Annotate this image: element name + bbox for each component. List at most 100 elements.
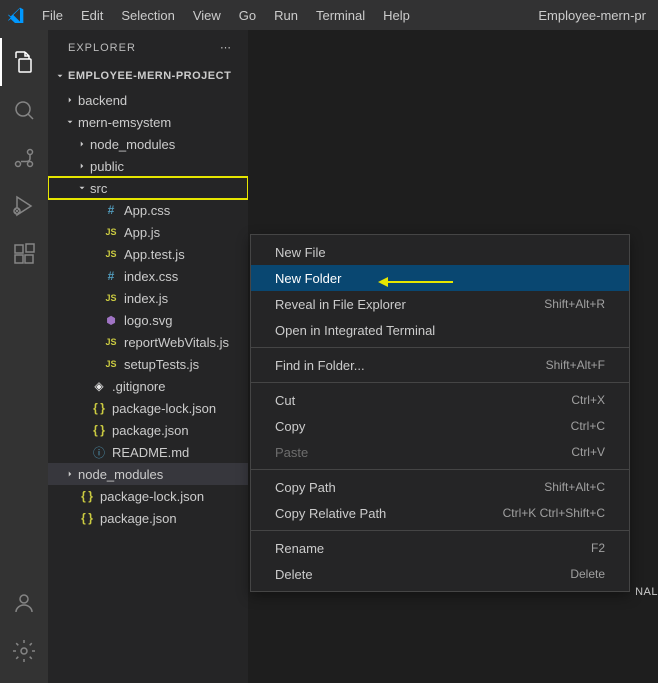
tree-item-label: index.css bbox=[124, 269, 178, 284]
context-menu-shortcut: Ctrl+V bbox=[571, 445, 605, 459]
context-menu-cut[interactable]: CutCtrl+X bbox=[251, 387, 629, 413]
settings-activity-icon[interactable] bbox=[0, 627, 48, 675]
context-menu-label: Reveal in File Explorer bbox=[275, 297, 406, 312]
tree-item-index-js[interactable]: JS index.js bbox=[48, 287, 248, 309]
tree-item-label: package.json bbox=[100, 511, 177, 526]
context-menu-label: Delete bbox=[275, 567, 313, 582]
chevron-icon bbox=[62, 95, 78, 105]
tree-item-reportwebvitals-js[interactable]: JSreportWebVitals.js bbox=[48, 331, 248, 353]
file-icon: { } bbox=[90, 401, 108, 415]
menu-terminal[interactable]: Terminal bbox=[308, 4, 373, 27]
file-icon: { } bbox=[78, 511, 96, 525]
tree-item-label: App.js bbox=[124, 225, 160, 240]
context-menu-copy-relative-path[interactable]: Copy Relative PathCtrl+K Ctrl+Shift+C bbox=[251, 500, 629, 526]
context-menu: New File New Folder Reveal in File Explore… bbox=[250, 234, 630, 592]
titlebar: FileEditSelectionViewGoRunTerminalHelp E… bbox=[0, 0, 658, 30]
context-menu-rename[interactable]: RenameF2 bbox=[251, 535, 629, 561]
context-menu-paste: PasteCtrl+V bbox=[251, 439, 629, 465]
activity-bar bbox=[0, 30, 48, 683]
file-icon: JS bbox=[102, 359, 120, 369]
source-control-activity-icon[interactable] bbox=[0, 134, 48, 182]
menu-bar: FileEditSelectionViewGoRunTerminalHelp bbox=[34, 4, 418, 27]
context-menu-shortcut: Shift+Alt+R bbox=[544, 297, 605, 311]
project-name: EMPLOYEE-MERN-PROJECT bbox=[68, 70, 231, 82]
context-menu-separator bbox=[251, 347, 629, 348]
file-icon: ⓘ bbox=[90, 444, 108, 461]
tree-item-label: node_modules bbox=[90, 137, 175, 152]
tree-item-label: README.md bbox=[112, 445, 189, 460]
tree-item-package-json[interactable]: { } package.json bbox=[48, 419, 248, 441]
tree-item-index-css[interactable]: #index.css bbox=[48, 265, 248, 287]
context-menu-new-folder[interactable]: New Folder bbox=[251, 265, 629, 291]
menu-view[interactable]: View bbox=[185, 4, 229, 27]
file-icon: JS bbox=[102, 293, 120, 303]
tree-item-label: package-lock.json bbox=[100, 489, 204, 504]
context-menu-open-in-integrated-terminal[interactable]: Open in Integrated Terminal bbox=[251, 317, 629, 343]
menu-help[interactable]: Help bbox=[375, 4, 418, 27]
menu-go[interactable]: Go bbox=[231, 4, 264, 27]
tree-item-src[interactable]: src bbox=[48, 177, 248, 199]
tree-item-package-lock-json[interactable]: { } package-lock.json bbox=[48, 397, 248, 419]
context-menu-reveal-in-file-explorer[interactable]: Reveal in File Explorer Shift+Alt+R bbox=[251, 291, 629, 317]
tree-item-app-test-js[interactable]: JSApp.test.js bbox=[48, 243, 248, 265]
sidebar-more-icon[interactable]: ⋯ bbox=[220, 41, 232, 54]
tree-item-setuptests-js[interactable]: JS setupTests.js bbox=[48, 353, 248, 375]
file-icon: ⬢ bbox=[102, 314, 120, 327]
project-header[interactable]: EMPLOYEE-MERN-PROJECT bbox=[48, 65, 248, 87]
tree-item-readme-md[interactable]: ⓘ README.md bbox=[48, 441, 248, 463]
tree-item-package-lock-json[interactable]: { }package-lock.json bbox=[48, 485, 248, 507]
file-tree: backendmern-emsystemnode_modulespublicsr… bbox=[48, 87, 248, 529]
tree-item-app-css[interactable]: # App.css bbox=[48, 199, 248, 221]
tree-item-label: package.json bbox=[112, 423, 189, 438]
context-menu-label: Copy Path bbox=[275, 480, 336, 495]
tree-item-label: package-lock.json bbox=[112, 401, 216, 416]
chevron-icon bbox=[62, 469, 78, 479]
file-icon: JS bbox=[102, 227, 120, 237]
context-menu-separator bbox=[251, 530, 629, 531]
context-menu-label: New File bbox=[275, 245, 326, 260]
file-icon: JS bbox=[102, 249, 120, 259]
context-menu-copy-path[interactable]: Copy Path Shift+Alt+C bbox=[251, 474, 629, 500]
tree-item-label: mern-emsystem bbox=[78, 115, 171, 130]
tree-item-app-js[interactable]: JS App.js bbox=[48, 221, 248, 243]
context-menu-copy[interactable]: CopyCtrl+C bbox=[251, 413, 629, 439]
terminal-tab-fragment: NAL bbox=[635, 586, 658, 598]
context-menu-delete[interactable]: DeleteDelete bbox=[251, 561, 629, 587]
window-title: Employee-mern-pr bbox=[538, 8, 650, 23]
accounts-activity-icon[interactable] bbox=[0, 579, 48, 627]
tree-item-label: backend bbox=[78, 93, 127, 108]
tree-item-backend[interactable]: backend bbox=[48, 89, 248, 111]
context-menu-label: New Folder bbox=[275, 271, 341, 286]
tree-item-label: public bbox=[90, 159, 124, 174]
context-menu-label: Cut bbox=[275, 393, 295, 408]
tree-item--gitignore[interactable]: ◈.gitignore bbox=[48, 375, 248, 397]
tree-item-node-modules[interactable]: node_modules bbox=[48, 463, 248, 485]
menu-edit[interactable]: Edit bbox=[73, 4, 111, 27]
menu-selection[interactable]: Selection bbox=[113, 4, 182, 27]
context-menu-label: Find in Folder... bbox=[275, 358, 365, 373]
tree-item-label: index.js bbox=[124, 291, 168, 306]
tree-item-label: .gitignore bbox=[112, 379, 165, 394]
menu-file[interactable]: File bbox=[34, 4, 71, 27]
menu-run[interactable]: Run bbox=[266, 4, 306, 27]
file-icon: { } bbox=[90, 423, 108, 437]
tree-item-public[interactable]: public bbox=[48, 155, 248, 177]
context-menu-label: Copy bbox=[275, 419, 305, 434]
extensions-activity-icon[interactable] bbox=[0, 230, 48, 278]
tree-item-logo-svg[interactable]: ⬢ logo.svg bbox=[48, 309, 248, 331]
tree-item-label: logo.svg bbox=[124, 313, 172, 328]
file-icon: # bbox=[102, 203, 120, 217]
tree-item-label: App.css bbox=[124, 203, 170, 218]
tree-item-label: setupTests.js bbox=[124, 357, 199, 372]
context-menu-shortcut: Shift+Alt+C bbox=[544, 480, 605, 494]
tree-item-node-modules[interactable]: node_modules bbox=[48, 133, 248, 155]
tree-item-label: src bbox=[90, 181, 107, 196]
tree-item-label: node_modules bbox=[78, 467, 163, 482]
search-activity-icon[interactable] bbox=[0, 86, 48, 134]
context-menu-find-in-folder-[interactable]: Find in Folder...Shift+Alt+F bbox=[251, 352, 629, 378]
tree-item-mern-emsystem[interactable]: mern-emsystem bbox=[48, 111, 248, 133]
run-debug-activity-icon[interactable] bbox=[0, 182, 48, 230]
context-menu-new-file[interactable]: New File bbox=[251, 239, 629, 265]
explorer-activity-icon[interactable] bbox=[0, 38, 48, 86]
tree-item-package-json[interactable]: { } package.json bbox=[48, 507, 248, 529]
